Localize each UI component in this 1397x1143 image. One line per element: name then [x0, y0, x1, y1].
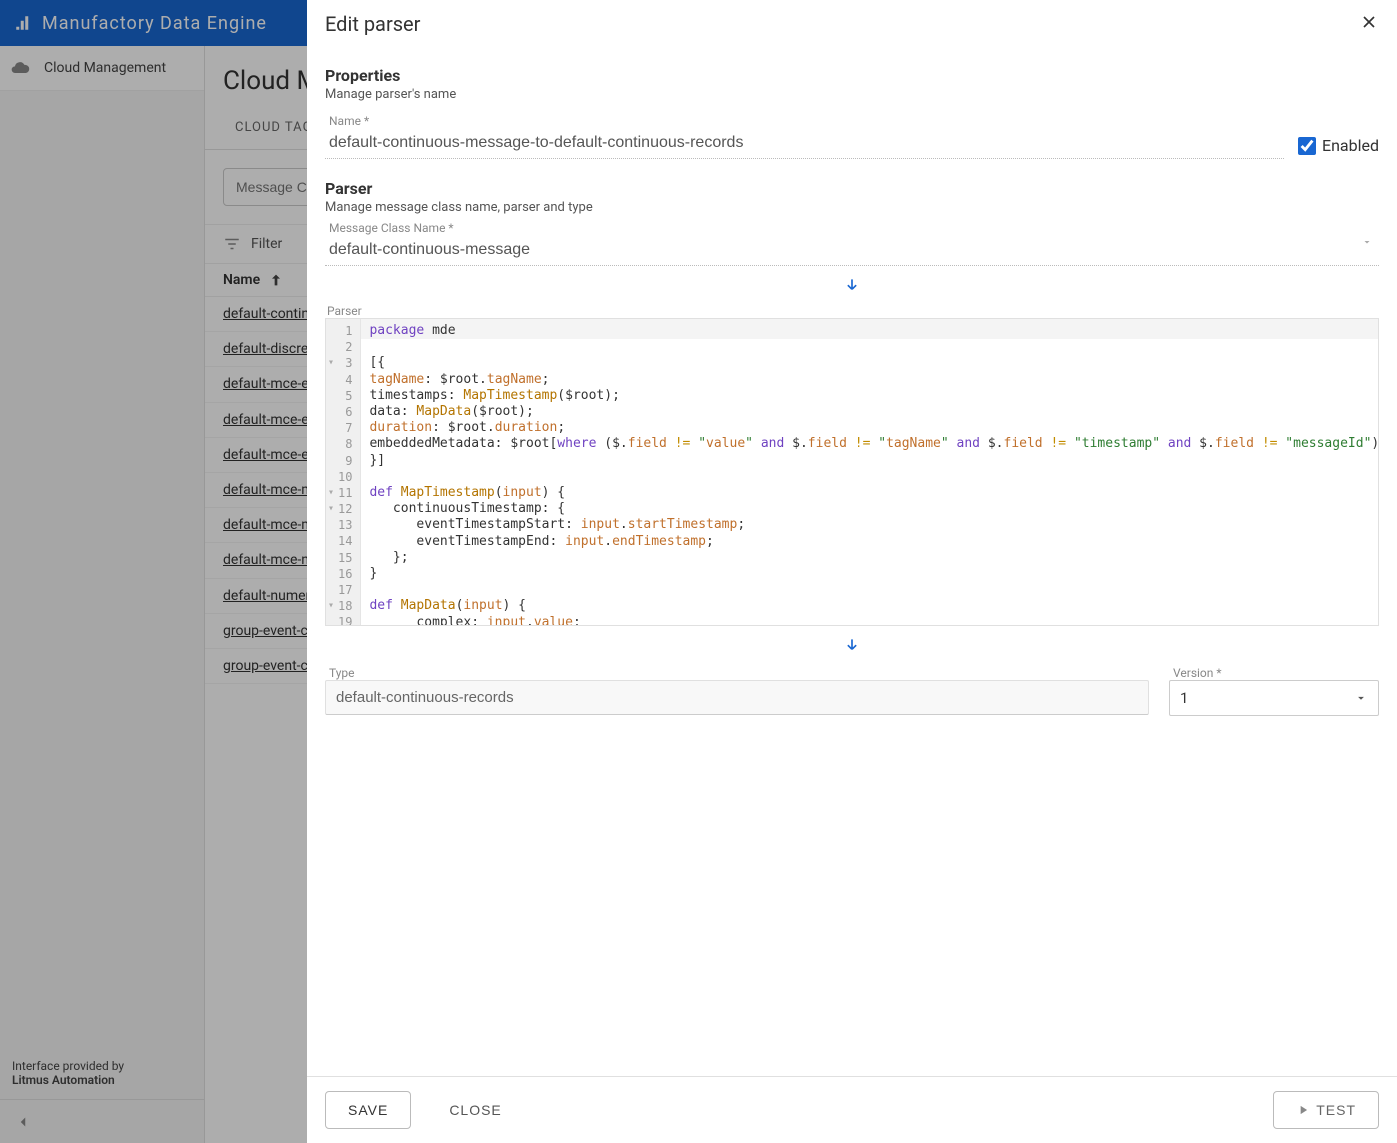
play-icon: [1296, 1103, 1310, 1117]
arrow-down-icon: [842, 636, 862, 656]
edit-parser-modal: Edit parser Properties Manage parser's n…: [307, 0, 1397, 1143]
type-field: [325, 680, 1149, 715]
enabled-checkbox[interactable]: Enabled: [1298, 136, 1379, 159]
parser-code-editor[interactable]: 123▾4567891011▾12▾131415161718▾19 packag…: [325, 318, 1379, 626]
close-icon: [1359, 12, 1379, 32]
modal-title: Edit parser: [325, 12, 420, 36]
flow-arrow-2: [325, 636, 1379, 660]
chevron-down-icon: [1354, 691, 1368, 705]
close-text-button[interactable]: CLOSE: [427, 1092, 523, 1128]
save-button[interactable]: SAVE: [325, 1091, 411, 1129]
flow-arrow-1: [325, 276, 1379, 300]
name-label: Name *: [325, 114, 1284, 128]
arrow-down-icon: [842, 276, 862, 296]
name-input[interactable]: [325, 128, 1284, 159]
message-class-select[interactable]: [325, 235, 1379, 266]
parser-heading: Parser: [325, 179, 1379, 198]
parser-sub: Manage message class name, parser and ty…: [325, 200, 1379, 215]
version-label: Version *: [1169, 666, 1379, 680]
type-label: Type: [325, 666, 1149, 680]
version-select[interactable]: 1: [1169, 680, 1379, 716]
test-button[interactable]: TEST: [1273, 1091, 1379, 1129]
properties-sub: Manage parser's name: [325, 87, 1379, 102]
parser-code-label: Parser: [325, 304, 1379, 318]
properties-heading: Properties: [325, 66, 1379, 85]
message-class-label: Message Class Name *: [325, 221, 1379, 235]
close-button[interactable]: [1359, 12, 1379, 36]
